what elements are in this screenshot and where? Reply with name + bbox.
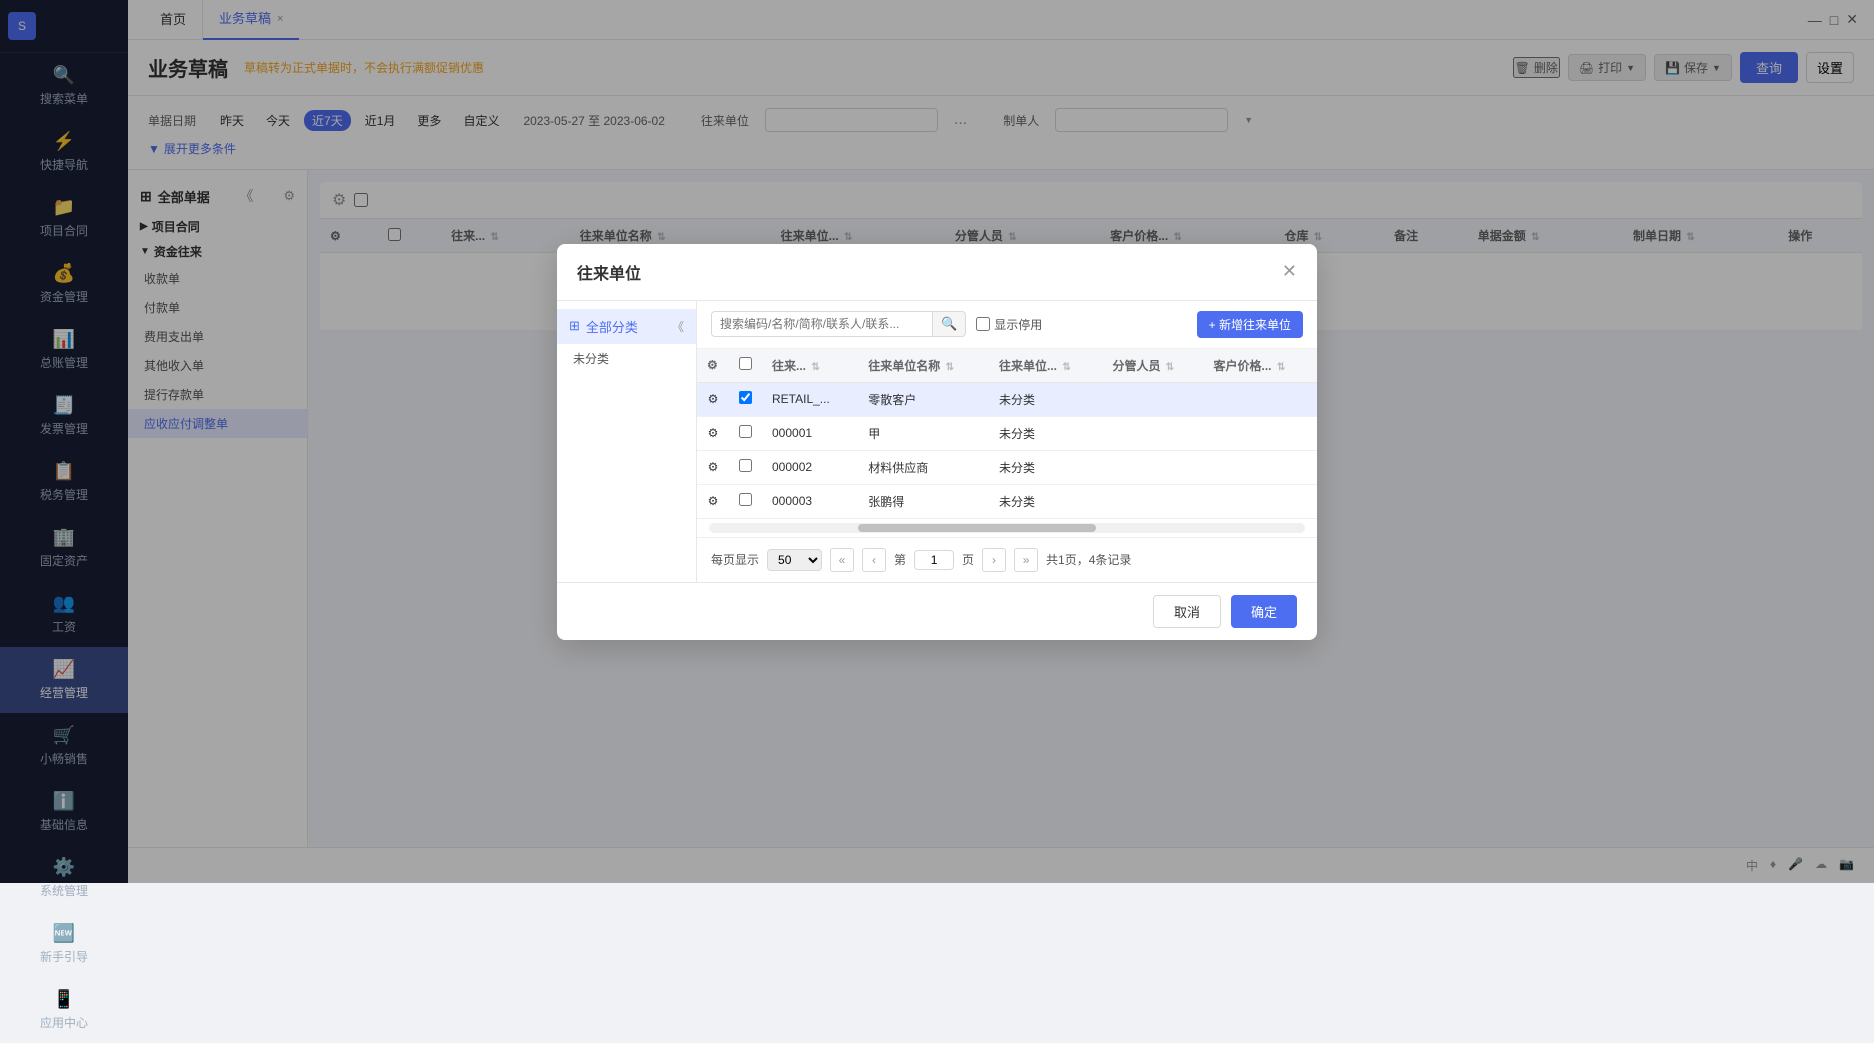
modal-th-code: 往来... ⇅: [762, 349, 858, 383]
row-checkbox[interactable]: [739, 425, 752, 438]
row-code: RETAIL_...: [762, 382, 858, 416]
modal-th-settings: ⚙: [697, 349, 729, 383]
confirm-button[interactable]: 确定: [1231, 595, 1297, 628]
row-category: 未分类: [989, 450, 1102, 484]
show-disabled-label[interactable]: 显示停用: [976, 316, 1042, 333]
modal-sort-1: ⇅: [811, 362, 819, 373]
modal-search-input[interactable]: [712, 313, 932, 335]
modal-close-btn[interactable]: ✕: [1282, 261, 1297, 282]
total-info: 共1页，4条记录: [1046, 551, 1131, 568]
row-price-level: [1204, 382, 1317, 416]
row-price-level: [1204, 416, 1317, 450]
modal-scrollbar-thumb: [858, 524, 1096, 532]
sidebar-item-label: 系统管理: [40, 882, 88, 899]
row-checkbox[interactable]: [739, 391, 752, 404]
modal-sort-5: ⇅: [1277, 362, 1285, 373]
modal-pagination: 每页显示 50 100 200 « ‹ 第 页 › » 共1页，4条记录: [697, 537, 1317, 582]
modal-th-price: 客户价格... ⇅: [1204, 349, 1317, 383]
sidebar-item-app-center[interactable]: 📱 应用中心: [0, 977, 128, 1043]
modal-title: 往来单位: [577, 260, 641, 284]
sidebar-item-label: 应用中心: [40, 1014, 88, 1031]
modal-table-row[interactable]: ⚙ 000001 甲 未分类: [697, 416, 1317, 450]
partner-modal: 往来单位 ✕ ⊞ 全部分类 《 未分类 🔍: [557, 244, 1317, 640]
row-manager: [1102, 382, 1203, 416]
modal-header: 往来单位 ✕: [557, 244, 1317, 301]
modal-search-icon[interactable]: 🔍: [932, 312, 965, 336]
row-price-level: [1204, 484, 1317, 518]
cancel-button[interactable]: 取消: [1153, 595, 1221, 628]
row-name: 零散客户: [858, 382, 989, 416]
modal-sidebar-collapse-icon[interactable]: 《: [672, 318, 684, 335]
row-category: 未分类: [989, 416, 1102, 450]
modal-table-wrap: ⚙ 往来... ⇅ 往来单位名称 ⇅ 往来单位... ⇅ 分管人员 ⇅ 客户价格…: [697, 349, 1317, 519]
new-guide-icon: 🆕: [53, 923, 75, 944]
modal-footer: 取消 确定: [557, 582, 1317, 640]
modal-th-manager: 分管人员 ⇅: [1102, 349, 1203, 383]
modal-sort-2: ⇅: [946, 362, 954, 373]
row-check[interactable]: [729, 484, 762, 518]
modal-sort-4: ⇅: [1166, 362, 1174, 373]
page-label: 第: [894, 551, 906, 568]
modal-table: ⚙ 往来... ⇅ 往来单位名称 ⇅ 往来单位... ⇅ 分管人员 ⇅ 客户价格…: [697, 349, 1317, 519]
row-name: 甲: [858, 416, 989, 450]
add-partner-button[interactable]: + 新增往来单位: [1197, 311, 1303, 338]
app-center-icon: 📱: [53, 989, 75, 1010]
row-check[interactable]: [729, 450, 762, 484]
sidebar-item-label: 新手引导: [40, 948, 88, 965]
modal-sidebar-grid-icon: ⊞: [569, 318, 580, 334]
row-gear[interactable]: ⚙: [697, 450, 729, 484]
modal-scrollbar[interactable]: [709, 523, 1305, 533]
row-name: 材料供应商: [858, 450, 989, 484]
row-code: 000002: [762, 450, 858, 484]
row-code: 000003: [762, 484, 858, 518]
row-gear[interactable]: ⚙: [697, 484, 729, 518]
modal-main: 🔍 显示停用 + 新增往来单位 ⚙: [697, 301, 1317, 582]
modal-sort-3: ⇅: [1062, 362, 1070, 373]
modal-sidebar: ⊞ 全部分类 《 未分类: [557, 301, 697, 582]
page-last-btn[interactable]: »: [1014, 548, 1038, 572]
row-name: 张鹏得: [858, 484, 989, 518]
modal-table-row[interactable]: ⚙ 000003 张鹏得 未分类: [697, 484, 1317, 518]
per-page-select[interactable]: 50 100 200: [767, 549, 822, 571]
row-category: 未分类: [989, 484, 1102, 518]
page-next-btn[interactable]: ›: [982, 548, 1006, 572]
page-suffix: 页: [962, 551, 974, 568]
modal-sidebar-unclassified[interactable]: 未分类: [557, 344, 696, 373]
modal-overlay: 往来单位 ✕ ⊞ 全部分类 《 未分类 🔍: [0, 0, 1874, 883]
modal-sidebar-all[interactable]: ⊞ 全部分类 《: [557, 309, 696, 344]
row-checkbox[interactable]: [739, 493, 752, 506]
modal-table-row[interactable]: ⚙ RETAIL_... 零散客户 未分类: [697, 382, 1317, 416]
page-first-btn[interactable]: «: [830, 548, 854, 572]
modal-th-name: 往来单位名称 ⇅: [858, 349, 989, 383]
modal-th-check: [729, 349, 762, 383]
row-manager: [1102, 484, 1203, 518]
row-checkbox[interactable]: [739, 459, 752, 472]
page-number-input[interactable]: [914, 550, 954, 570]
page-prev-btn[interactable]: ‹: [862, 548, 886, 572]
modal-table-row[interactable]: ⚙ 000002 材料供应商 未分类: [697, 450, 1317, 484]
row-check[interactable]: [729, 382, 762, 416]
row-code: 000001: [762, 416, 858, 450]
row-price-level: [1204, 450, 1317, 484]
per-page-label: 每页显示: [711, 551, 759, 568]
row-manager: [1102, 416, 1203, 450]
modal-th-cat: 往来单位... ⇅: [989, 349, 1102, 383]
modal-toolbar: 🔍 显示停用 + 新增往来单位: [697, 301, 1317, 349]
modal-search-box: 🔍: [711, 311, 966, 337]
row-gear[interactable]: ⚙: [697, 382, 729, 416]
row-category: 未分类: [989, 382, 1102, 416]
show-disabled-checkbox[interactable]: [976, 317, 990, 331]
row-manager: [1102, 450, 1203, 484]
modal-body: ⊞ 全部分类 《 未分类 🔍 显示停用: [557, 301, 1317, 582]
row-gear[interactable]: ⚙: [697, 416, 729, 450]
modal-th-checkbox[interactable]: [739, 357, 752, 370]
sidebar-item-new-guide[interactable]: 🆕 新手引导: [0, 911, 128, 977]
row-check[interactable]: [729, 416, 762, 450]
